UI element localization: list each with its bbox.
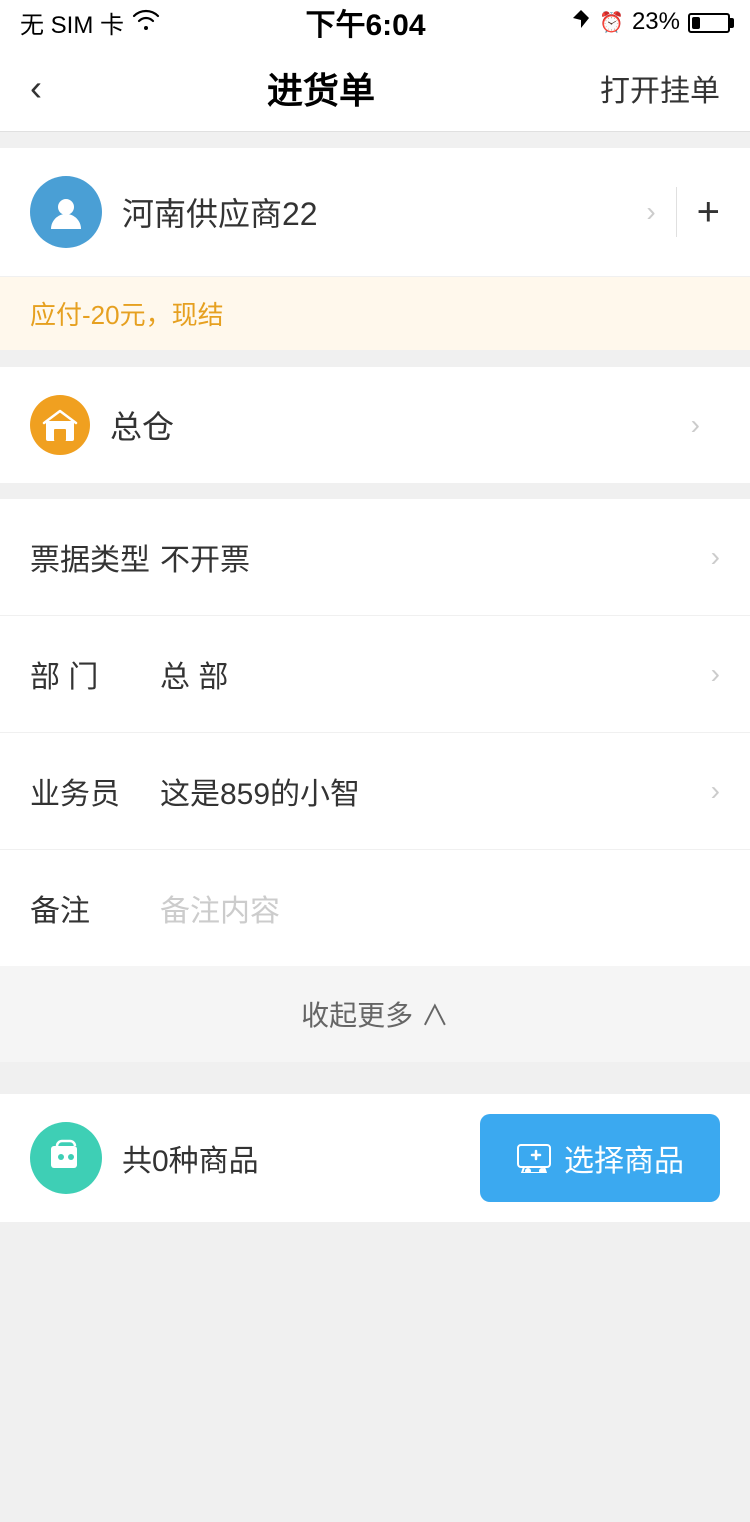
warehouse-icon-wrap bbox=[30, 395, 90, 455]
warehouse-row[interactable]: 总仓 › bbox=[0, 366, 750, 483]
collapse-row[interactable]: 收起更多 ∧ bbox=[0, 966, 750, 1062]
product-count-label: 共0种商品 bbox=[122, 1136, 480, 1180]
nav-title: 进货单 bbox=[267, 62, 375, 114]
notice-text: 应付-20元，现结 bbox=[30, 300, 224, 330]
select-product-button[interactable]: 选择商品 bbox=[480, 1114, 720, 1202]
supplier-section: 河南供应商22 › + 应付-20元，现结 bbox=[0, 148, 750, 350]
open-pending-button[interactable]: 打开挂单 bbox=[600, 66, 720, 110]
gap-3 bbox=[0, 483, 750, 499]
vertical-divider bbox=[676, 187, 677, 237]
warehouse-label: 总仓 bbox=[110, 402, 691, 448]
invoice-type-label: 票据类型 bbox=[30, 535, 160, 579]
salesperson-row[interactable]: 业务员 这是859的小智 › bbox=[0, 733, 750, 850]
carrier-label: 无 SIM 卡 bbox=[20, 5, 124, 40]
department-row[interactable]: 部 门 总 部 › bbox=[0, 616, 750, 733]
salesperson-chevron-icon: › bbox=[711, 775, 720, 807]
supplier-row[interactable]: 河南供应商22 › + bbox=[0, 148, 750, 277]
invoice-type-value: 不开票 bbox=[160, 535, 711, 579]
salesperson-value: 这是859的小智 bbox=[160, 769, 711, 813]
gap-4 bbox=[0, 1062, 750, 1078]
salesperson-label: 业务员 bbox=[30, 769, 160, 813]
status-left: 无 SIM 卡 bbox=[20, 5, 160, 40]
warehouse-chevron-icon: › bbox=[691, 409, 700, 441]
department-chevron-icon: › bbox=[711, 658, 720, 690]
department-value: 总 部 bbox=[160, 652, 711, 696]
status-time: 下午6:04 bbox=[306, 0, 426, 44]
department-label: 部 门 bbox=[30, 652, 160, 696]
notice-bar: 应付-20元，现结 bbox=[0, 277, 750, 350]
battery-icon bbox=[688, 8, 730, 36]
supplier-chevron-icon: › bbox=[646, 196, 655, 228]
warehouse-section: 总仓 › bbox=[0, 366, 750, 483]
battery-percent: 23% bbox=[632, 8, 680, 36]
supplier-avatar bbox=[30, 176, 102, 248]
back-button[interactable]: ‹ bbox=[30, 67, 42, 109]
form-section: 票据类型 不开票 › 部 门 总 部 › 业务员 这是859的小智 › 备注 备… bbox=[0, 499, 750, 966]
remark-input[interactable]: 备注内容 bbox=[160, 886, 720, 930]
product-icon-wrap bbox=[30, 1122, 102, 1194]
gap-2 bbox=[0, 350, 750, 366]
add-supplier-button[interactable]: + bbox=[697, 190, 720, 235]
remark-label: 备注 bbox=[30, 886, 160, 930]
status-bar: 无 SIM 卡 下午6:04 ⏰ 23% bbox=[0, 0, 750, 44]
wifi-icon bbox=[132, 8, 160, 37]
bottom-gray-area bbox=[0, 1222, 750, 1522]
remark-row[interactable]: 备注 备注内容 bbox=[0, 850, 750, 966]
gap-1 bbox=[0, 132, 750, 148]
alarm-icon: ⏰ bbox=[599, 10, 624, 35]
invoice-type-row[interactable]: 票据类型 不开票 › bbox=[0, 499, 750, 616]
collapse-label: 收起更多 ∧ bbox=[301, 994, 449, 1034]
invoice-type-chevron-icon: › bbox=[711, 541, 720, 573]
location-icon bbox=[571, 8, 591, 37]
supplier-name: 河南供应商22 bbox=[122, 189, 646, 235]
nav-bar: ‹ 进货单 打开挂单 bbox=[0, 44, 750, 132]
bottom-bar: 共0种商品 选择商品 bbox=[0, 1094, 750, 1222]
status-right: ⏰ 23% bbox=[571, 8, 730, 37]
select-product-label: 选择商品 bbox=[564, 1136, 684, 1180]
